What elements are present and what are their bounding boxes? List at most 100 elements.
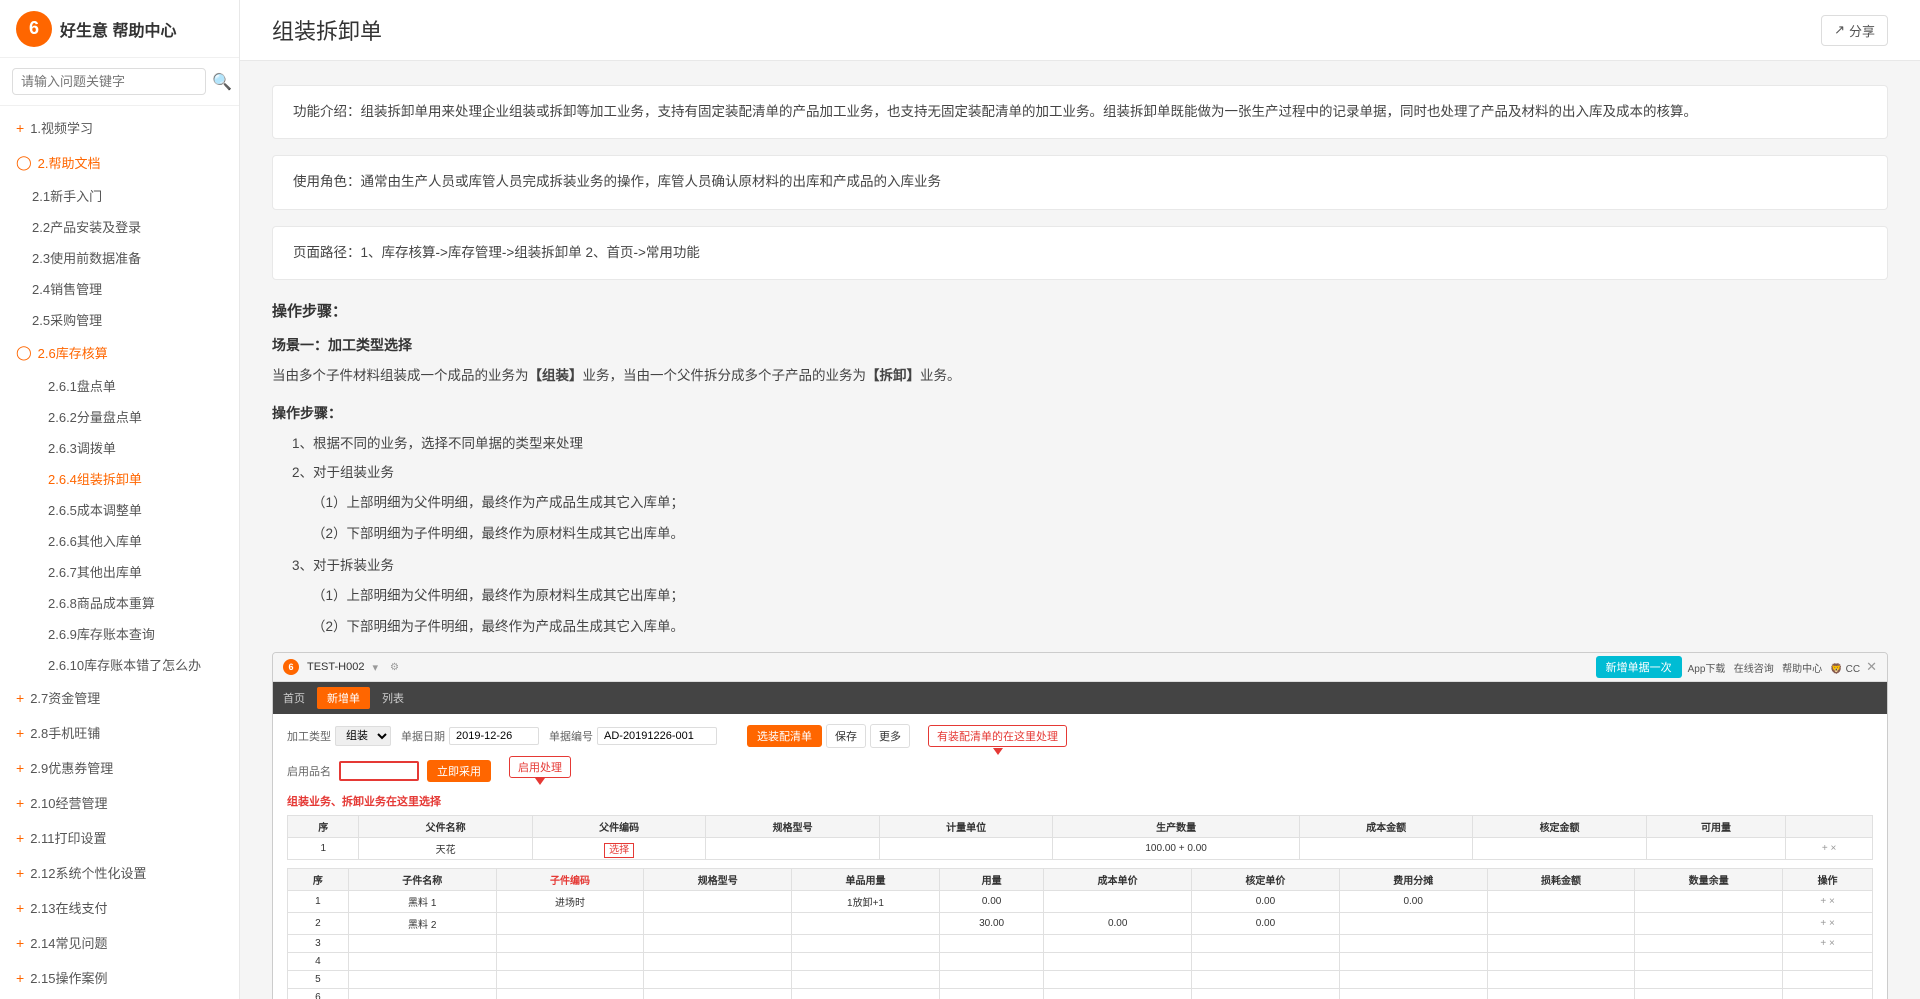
role-block: 使用角色：通常由生产人员或库管人员完成拆装业务的操作，库管人员确认原材料的出库和… [272, 155, 1888, 209]
col-parent-code: 父件编码 [532, 816, 705, 838]
col-parent-name: 父件名称 [359, 816, 532, 838]
share-button[interactable]: ↗ 分享 [1821, 15, 1888, 46]
annotation-enable: 启用处理 [509, 756, 571, 778]
mock-select-bom-btn[interactable]: 选装配清单 [747, 725, 822, 747]
sidebar-item-coupon[interactable]: + 2.9优惠券管理 [0, 750, 239, 785]
sidebar-item-inventory[interactable]: ◯ 2.6库存核算 [0, 335, 239, 370]
col-action [1786, 816, 1873, 838]
mock-date-input[interactable] [449, 727, 539, 745]
sidebar-item-other-out[interactable]: 2.6.7其他出库单 [0, 556, 239, 587]
col-unit: 计量单位 [879, 816, 1052, 838]
mock-docno-input[interactable] [597, 727, 717, 745]
mock-close-icon[interactable]: ✕ [1866, 659, 1877, 675]
arrow-down-3 [535, 778, 545, 785]
sidebar-item-finance[interactable]: + 2.7资金管理 [0, 680, 239, 715]
mock-save-btn[interactable]: 保存 [826, 724, 866, 748]
sidebar-item-label: 2.帮助文档 [38, 153, 101, 172]
sidebar-item-assembly[interactable]: 2.6.4组装拆卸单 [0, 463, 239, 494]
search-input[interactable] [12, 68, 206, 95]
arrow-down-1 [993, 748, 1003, 755]
sidebar-item-mobile[interactable]: + 2.8手机旺铺 [0, 715, 239, 750]
mock-sub-table: 序 子件名称 子件编码 规格型号 单品用量 用量 成本单价 核定单价 费用分摊 … [287, 868, 1873, 999]
sidebar-item-label: 2.11打印设置 [30, 828, 106, 847]
mock-apply-btn[interactable]: 立即采用 [427, 760, 491, 782]
mock-sub-add-1[interactable]: + [1820, 896, 1826, 907]
sidebar-item-label: 2.14常见问题 [30, 933, 107, 952]
sidebar-item-label: 2.12系统个性化设置 [30, 863, 146, 882]
sidebar: 6 好生意 帮助中心 🔍 + 1.视频学习 ◯ 2.帮助文档 2.1新手入门 2… [0, 0, 240, 999]
sidebar-item-docs[interactable]: ◯ 2.帮助文档 [0, 145, 239, 180]
sidebar-item-ops[interactable]: + 2.10经营管理 [0, 785, 239, 820]
sidebar-item-payment[interactable]: + 2.13在线支付 [0, 890, 239, 925]
search-button[interactable]: 🔍 [212, 72, 232, 92]
collapse-icon: ◯ [16, 154, 32, 171]
sidebar-item-video[interactable]: + 1.视频学习 [0, 110, 239, 145]
table-row: 3 + [288, 935, 1873, 953]
mock-more-btn[interactable]: 更多 [870, 724, 910, 748]
expand-icon: + [16, 865, 24, 881]
expand-icon: + [16, 970, 24, 986]
intro-block: 功能介绍：组装拆卸单用来处理企业组装或拆卸等加工业务，支持有固定装配清单的产品加… [272, 85, 1888, 139]
step2-1: （1）上部明细为父件明细，最终作为产成品生成其它入库单； [312, 490, 1888, 516]
collapse-icon-inventory: ◯ [16, 344, 32, 361]
sidebar-item-account-err[interactable]: 2.6.10库存账本错了怎么办 [0, 649, 239, 680]
sidebar-item-split-stocktake[interactable]: 2.6.2分量盘点单 [0, 401, 239, 432]
mock-sub-del-1[interactable]: × [1829, 896, 1835, 907]
mock-docno-label: 单据编号 [549, 728, 593, 744]
search-box: 🔍 [0, 58, 239, 106]
sidebar-item-label: 1.视频学习 [30, 118, 93, 137]
sidebar-item-print[interactable]: + 2.11打印设置 [0, 820, 239, 855]
step3: 3、对于拆装业务 [292, 553, 1888, 579]
mock-app-icons: App下载 在线咨询 帮助中心 🦁 CC [1688, 660, 1860, 675]
table-row: 4 [288, 953, 1873, 971]
sidebar-item-cost-adj[interactable]: 2.6.5成本调整单 [0, 494, 239, 525]
screenshot-mockup: 6 TEST-H002 ▾ ⚙ 新增单据一次 App下载 在线咨询 帮助中心 🦁… [272, 652, 1888, 999]
mock-settings-icon: ⚙ [390, 662, 399, 673]
mock-dropdown: ▾ [372, 661, 378, 674]
expand-icon: + [16, 830, 24, 846]
expand-icon: + [16, 725, 24, 741]
app-title: 好生意 帮助中心 [60, 17, 176, 41]
col-seq: 序 [288, 816, 359, 838]
main-header: 组装拆卸单 ↗ 分享 [240, 0, 1920, 61]
sidebar-item-data-prep[interactable]: 2.3使用前数据准备 [0, 242, 239, 273]
sidebar-item-goods-cost[interactable]: 2.6.8商品成本重算 [0, 587, 239, 618]
step1: 1、根据不同的业务，选择不同单据的类型来处理 [292, 431, 1888, 457]
mock-type-select[interactable]: 组装 拆卸 [335, 726, 391, 746]
sidebar-item-stocktake[interactable]: 2.6.1盘点单 [0, 370, 239, 401]
sidebar-item-stock-query[interactable]: 2.6.9库存账本查询 [0, 618, 239, 649]
sidebar-item-install[interactable]: 2.2产品安装及登录 [0, 211, 239, 242]
mock-new-btn[interactable]: 新增单据一次 [1596, 656, 1682, 678]
annotation-bom: 有装配清单的在这里处理 [928, 725, 1067, 747]
sidebar-item-faq[interactable]: + 2.14常见问题 [0, 925, 239, 960]
mock-sub-del-2[interactable]: × [1829, 918, 1835, 929]
mock-row-add-icon[interactable]: + [1822, 843, 1828, 854]
mock-sub-add-2[interactable]: + [1820, 918, 1826, 929]
sidebar-item-customize[interactable]: + 2.12系统个性化设置 [0, 855, 239, 890]
nav-section: + 1.视频学习 ◯ 2.帮助文档 2.1新手入门 2.2产品安装及登录 2.3… [0, 106, 239, 999]
sidebar-item-label: 2.8手机旺铺 [30, 723, 100, 742]
expand-icon: + [16, 760, 24, 776]
mock-sub-add-3[interactable]: + [1820, 938, 1826, 949]
sidebar-item-other-in[interactable]: 2.6.6其他入库单 [0, 525, 239, 556]
mock-nav-home: 首页 [283, 690, 305, 706]
sidebar-item-adjust[interactable]: 2.6.3调拨单 [0, 432, 239, 463]
main-content-area: 组装拆卸单 ↗ 分享 功能介绍：组装拆卸单用来处理企业组装或拆卸等加工业务，支持… [240, 0, 1920, 999]
step2: 2、对于组装业务 [292, 460, 1888, 486]
sidebar-item-sales[interactable]: 2.4销售管理 [0, 273, 239, 304]
main-scrollable-content: 功能介绍：组装拆卸单用来处理企业组装或拆卸等加工业务，支持有固定装配清单的产品加… [240, 61, 1920, 999]
role-text: 使用角色：通常由生产人员或库管人员完成拆装业务的操作，库管人员确认原材料的出库和… [293, 174, 941, 189]
mock-enable-label: 启用品名 [287, 763, 331, 779]
mock-select-tag[interactable]: 选择 [604, 843, 634, 858]
mock-row-del-icon[interactable]: × [1831, 843, 1837, 854]
sidebar-item-newbie[interactable]: 2.1新手入门 [0, 180, 239, 211]
table-row: 2 黑料 2 30.00 0.00 0.00 [288, 913, 1873, 935]
mock-sub-del-3[interactable]: × [1829, 938, 1835, 949]
sidebar-item-cases[interactable]: + 2.15操作案例 [0, 960, 239, 995]
mock-enable-input[interactable] [339, 761, 419, 781]
sidebar-item-purchase[interactable]: 2.5采购管理 [0, 304, 239, 335]
sidebar-item-label: 2.6库存核算 [38, 343, 108, 362]
table-row: 6 [288, 989, 1873, 999]
col-cost: 成本金额 [1299, 816, 1472, 838]
col-std-cost: 核定金额 [1473, 816, 1646, 838]
